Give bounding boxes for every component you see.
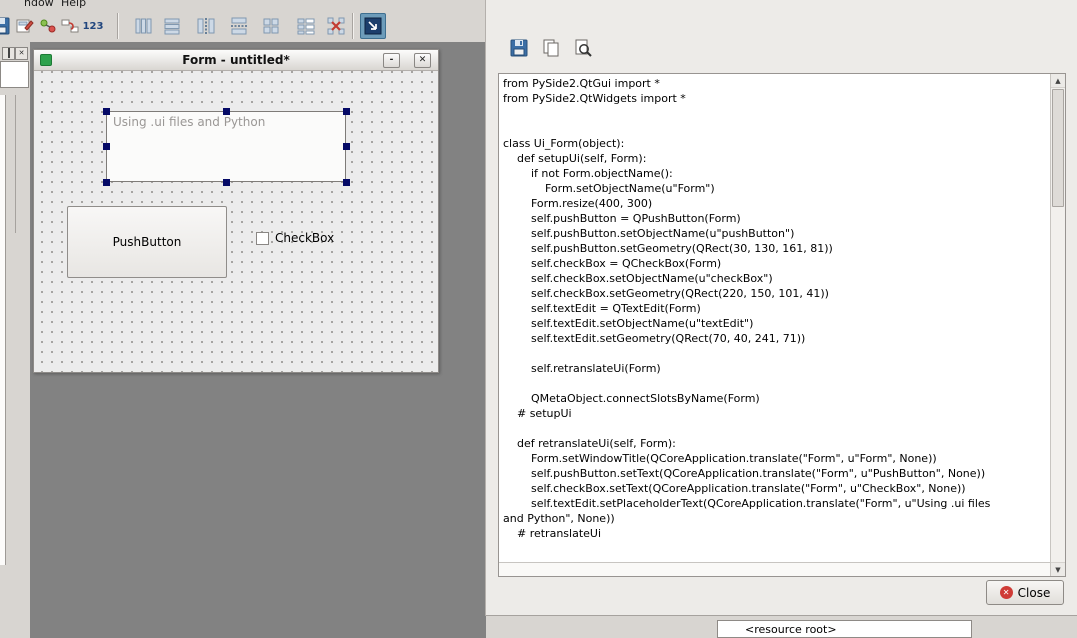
code-line: self.pushButton = QPushButton(Form) (503, 211, 1049, 226)
scroll-down-icon[interactable]: ▼ (1051, 562, 1065, 576)
qt-designer-window: ndow Help 123 ✕ (0, 0, 1077, 638)
close-dialog-button[interactable]: ✕ Close (986, 580, 1064, 605)
collapsed-dock-panel (0, 95, 6, 565)
selection-handle[interactable] (343, 143, 350, 150)
minimize-button[interactable]: - (383, 53, 400, 68)
layout-horizontal-icon[interactable] (132, 15, 154, 37)
edit-tab-order-icon[interactable]: 123 (80, 15, 106, 37)
edit-buddies-icon[interactable] (59, 15, 81, 37)
code-line: and Python", None)) (503, 511, 1049, 526)
code-line: self.checkBox.setObjectName(u"checkBox") (503, 271, 1049, 286)
code-line: class Ui_Form(object): (503, 136, 1049, 151)
layout-form-icon[interactable] (295, 15, 317, 37)
code-view[interactable]: from PySide2.QtGui import *from PySide2.… (498, 73, 1066, 577)
form-canvas[interactable]: Using .ui files and Python PushButton Ch… (34, 71, 438, 372)
code-line: self.textEdit.setObjectName(u"textEdit") (503, 316, 1049, 331)
code-text: from PySide2.QtGui import *from PySide2.… (503, 76, 1049, 561)
code-preview-dialog: from PySide2.QtGui import *from PySide2.… (485, 0, 1077, 616)
selection-handle[interactable] (223, 179, 230, 186)
selection-handle[interactable] (103, 108, 110, 115)
code-line: self.retranslateUi(Form) (503, 361, 1049, 376)
code-line: self.pushButton.setGeometry(QRect(30, 13… (503, 241, 1049, 256)
code-line (503, 106, 1049, 121)
code-line: Form.setObjectName(u"Form") (503, 181, 1049, 196)
save-form-icon[interactable] (0, 15, 12, 37)
widgetbox-filter-input[interactable] (0, 61, 29, 88)
code-line (503, 121, 1049, 136)
save-button[interactable] (507, 36, 531, 60)
textedit-placeholder: Using .ui files and Python (113, 115, 339, 129)
code-line: from PySide2.QtGui import * (503, 76, 1049, 91)
selection-handle[interactable] (103, 179, 110, 186)
break-layout-icon[interactable] (325, 15, 347, 37)
selection-handle[interactable] (103, 143, 110, 150)
code-line: self.textEdit.setPlaceholderText(QCoreAp… (503, 496, 1049, 511)
layout-vertical-splitter-icon[interactable] (228, 15, 250, 37)
form-window-titlebar[interactable]: Form - untitled* - ✕ (34, 50, 438, 71)
code-line (503, 376, 1049, 391)
find-button[interactable] (571, 36, 595, 60)
code-line (503, 346, 1049, 361)
menu-window[interactable]: ndow (24, 0, 54, 9)
code-line: from PySide2.QtWidgets import * (503, 91, 1049, 106)
close-circle-icon: ✕ (1000, 586, 1013, 599)
edit-widgets-icon[interactable] (14, 15, 36, 37)
dock-close-button[interactable]: ✕ (15, 47, 28, 60)
code-line: def retranslateUi(self, Form): (503, 436, 1049, 451)
scroll-up-icon[interactable]: ▲ (1051, 74, 1065, 88)
vertical-scrollbar[interactable]: ▲ ▼ (1050, 74, 1065, 576)
textedit-widget[interactable]: Using .ui files and Python (106, 111, 346, 182)
selection-handle[interactable] (343, 108, 350, 115)
form-designer-window: Form - untitled* - ✕ Using .ui files and… (33, 49, 439, 373)
layout-vertical-icon[interactable] (161, 15, 183, 37)
toolbar-separator (352, 13, 354, 39)
code-line: self.pushButton.setObjectName(u"pushButt… (503, 226, 1049, 241)
code-line: if not Form.objectName(): (503, 166, 1049, 181)
dock-float-button[interactable] (2, 47, 15, 60)
code-line: # setupUi (503, 406, 1049, 421)
code-line: Form.setWindowTitle(QCoreApplication.tra… (503, 451, 1049, 466)
toolbar-separator (117, 13, 119, 39)
checkbox-label: CheckBox (275, 231, 334, 245)
code-line: self.textEdit = QTextEdit(Form) (503, 301, 1049, 316)
code-line: self.checkBox = QCheckBox(Form) (503, 256, 1049, 271)
layout-grid-icon[interactable] (260, 15, 282, 37)
resource-root-item[interactable]: <resource root> (718, 621, 971, 636)
copy-button[interactable] (539, 36, 563, 60)
code-line: self.checkBox.setText(QCoreApplication.t… (503, 481, 1049, 496)
edit-signals-slots-icon[interactable] (37, 15, 59, 37)
menu-help[interactable]: Help (61, 0, 86, 9)
checkbox-widget[interactable]: CheckBox (256, 230, 334, 246)
layout-horizontal-splitter-icon[interactable] (195, 15, 217, 37)
close-window-button[interactable]: ✕ (414, 53, 431, 68)
selection-handle[interactable] (223, 108, 230, 115)
adjust-size-icon[interactable] (360, 13, 386, 39)
scrollbar-thumb[interactable] (1052, 89, 1064, 207)
selection-handle[interactable] (343, 179, 350, 186)
code-line: QMetaObject.connectSlotsByName(Form) (503, 391, 1049, 406)
code-line: Form.resize(400, 300) (503, 196, 1049, 211)
code-line: self.textEdit.setGeometry(QRect(70, 40, … (503, 331, 1049, 346)
code-line: # retranslateUi (503, 526, 1049, 541)
dock-splitter[interactable] (15, 95, 16, 233)
checkbox-box[interactable] (256, 232, 269, 245)
close-button-label: Close (1018, 586, 1051, 600)
code-line (503, 421, 1049, 436)
code-line: self.checkBox.setGeometry(QRect(220, 150… (503, 286, 1049, 301)
code-line: self.pushButton.setText(QCoreApplication… (503, 466, 1049, 481)
horizontal-scrollbar[interactable] (499, 562, 1050, 576)
code-line: def setupUi(self, Form): (503, 151, 1049, 166)
form-window-title: Form - untitled* (34, 53, 438, 67)
resource-browser: <resource root> (717, 620, 972, 638)
pushbutton-widget[interactable]: PushButton (67, 206, 227, 278)
